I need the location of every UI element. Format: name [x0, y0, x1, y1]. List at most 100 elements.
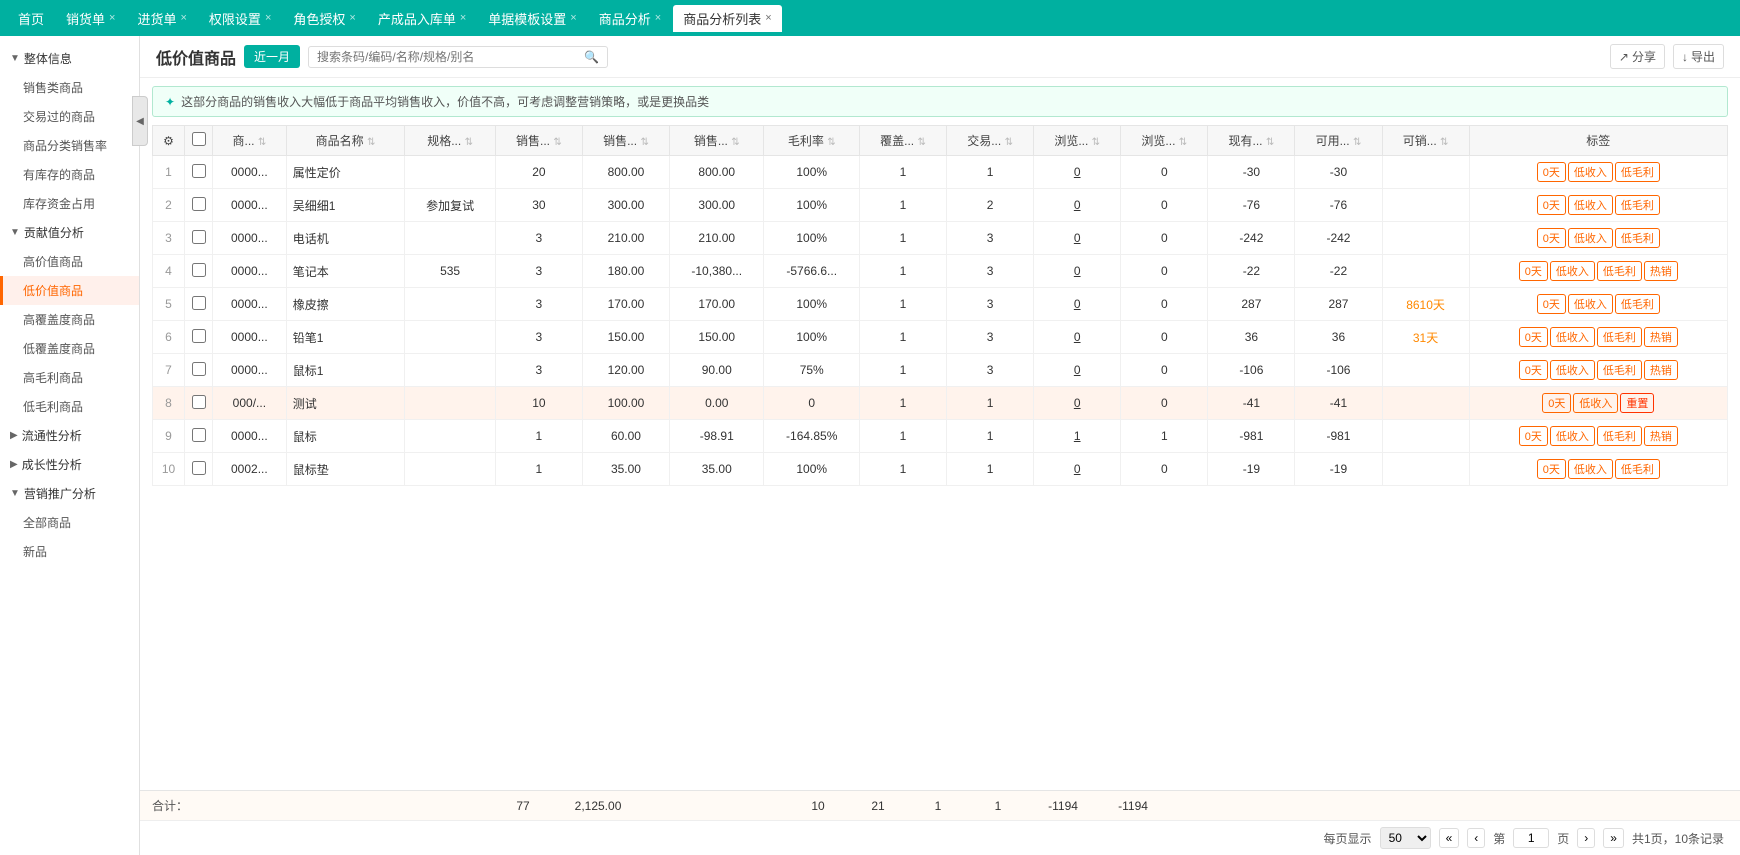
sort-icon[interactable]: ⇅	[827, 137, 835, 148]
td-current: -981	[1208, 420, 1295, 453]
row-checkbox[interactable]	[192, 428, 206, 442]
close-icon[interactable]: ×	[765, 12, 771, 24]
browse-link[interactable]: 0	[1074, 396, 1081, 410]
nav-product-analysis-list[interactable]: 商品分析列表 ×	[673, 5, 781, 32]
td-browse1: 0	[1034, 255, 1121, 288]
sort-icon[interactable]: ⇅	[258, 137, 266, 148]
search-input[interactable]	[317, 50, 580, 64]
sidebar-collapse-button[interactable]: ◀	[132, 96, 148, 146]
sort-icon[interactable]: ⇅	[1092, 137, 1100, 148]
sidebar-item-stock-goods[interactable]: 有库存的商品	[0, 160, 139, 189]
sidebar-item-low-value[interactable]: 低价值商品	[0, 276, 139, 305]
sort-icon[interactable]: ⇅	[917, 137, 925, 148]
row-checkbox[interactable]	[192, 395, 206, 409]
nav-home[interactable]: 首页	[8, 5, 54, 32]
nav-role-auth[interactable]: 角色授权 ×	[283, 5, 365, 32]
next-page-button[interactable]: ›	[1577, 828, 1595, 848]
prev-page-button[interactable]: ‹	[1467, 828, 1485, 848]
sort-icon[interactable]: ⇅	[1179, 137, 1187, 148]
sort-icon[interactable]: ⇅	[640, 137, 648, 148]
close-icon[interactable]: ×	[460, 12, 466, 24]
sort-icon[interactable]: ⇅	[553, 137, 561, 148]
td-cover: 1	[859, 354, 946, 387]
td-sales1: 3	[495, 255, 582, 288]
sort-icon[interactable]: ⇅	[1440, 137, 1448, 148]
sidebar-item-high-margin[interactable]: 高毛利商品	[0, 363, 139, 392]
browse-link[interactable]: 0	[1074, 297, 1081, 311]
sidebar-group-contribution[interactable]: ▼ 贡献值分析	[0, 218, 139, 247]
td-sales1: 20	[495, 156, 582, 189]
sort-icon[interactable]: ⇅	[1353, 137, 1361, 148]
browse-link[interactable]: 0	[1074, 462, 1081, 476]
sidebar-item-inventory-capital[interactable]: 库存资金占用	[0, 189, 139, 218]
filter-period-button[interactable]: 近一月	[244, 45, 300, 68]
close-icon[interactable]: ×	[349, 12, 355, 24]
td-margin: 100%	[764, 156, 859, 189]
search-icon[interactable]: 🔍	[584, 50, 599, 64]
export-button[interactable]: ↓ 导出	[1673, 44, 1724, 69]
close-icon[interactable]: ×	[265, 12, 271, 24]
sidebar-item-high-coverage[interactable]: 高覆盖度商品	[0, 305, 139, 334]
nav-permissions[interactable]: 权限设置 ×	[199, 5, 281, 32]
sidebar-item-new-goods[interactable]: 新品	[0, 537, 139, 566]
nav-product-entry[interactable]: 产成品入库单 ×	[368, 5, 476, 32]
product-tag: 低收入	[1573, 393, 1618, 413]
row-checkbox[interactable]	[192, 197, 206, 211]
row-checkbox[interactable]	[192, 230, 206, 244]
row-checkbox[interactable]	[192, 362, 206, 376]
browse-link[interactable]: 0	[1074, 264, 1081, 278]
sidebar-group-flow[interactable]: ▶ 流通性分析	[0, 421, 139, 450]
browse-link[interactable]: 1	[1074, 429, 1081, 443]
last-page-button[interactable]: »	[1603, 828, 1624, 848]
browse-link[interactable]: 0	[1074, 363, 1081, 377]
td-sales3: -98.91	[670, 420, 764, 453]
nav-template-settings[interactable]: 单据模板设置 ×	[478, 5, 586, 32]
browse-link[interactable]: 0	[1074, 231, 1081, 245]
sidebar-item-high-value[interactable]: 高价值商品	[0, 247, 139, 276]
total-spacer	[1238, 799, 1348, 813]
th-name: 商品名称 ⇅	[286, 126, 405, 156]
row-checkbox[interactable]	[192, 461, 206, 475]
sidebar-item-low-coverage[interactable]: 低覆盖度商品	[0, 334, 139, 363]
close-icon[interactable]: ×	[180, 12, 186, 24]
td-cover: 1	[859, 189, 946, 222]
row-checkbox[interactable]	[192, 263, 206, 277]
total-trade: 21	[848, 799, 908, 813]
th-settings[interactable]: ⚙	[153, 126, 185, 156]
sidebar-item-category-sales-rate[interactable]: 商品分类销售率	[0, 131, 139, 160]
nav-purchase[interactable]: 进货单 ×	[127, 5, 196, 32]
close-icon[interactable]: ×	[655, 12, 661, 24]
share-button[interactable]: ↗ 分享	[1610, 44, 1665, 69]
td-checkbox	[185, 156, 213, 189]
row-checkbox[interactable]	[192, 329, 206, 343]
sidebar-item-sales-goods[interactable]: 销售类商品	[0, 73, 139, 102]
sidebar-group-growth[interactable]: ▶ 成长性分析	[0, 450, 139, 479]
td-current: -242	[1208, 222, 1295, 255]
nav-sales-order[interactable]: 销货单 ×	[56, 5, 125, 32]
sidebar-item-all-goods[interactable]: 全部商品	[0, 508, 139, 537]
page-number-input[interactable]	[1513, 828, 1549, 848]
close-icon[interactable]: ×	[570, 12, 576, 24]
page-size-select[interactable]: 50 100 200	[1380, 827, 1431, 849]
browse-link[interactable]: 0	[1074, 165, 1081, 179]
first-page-button[interactable]: «	[1439, 828, 1460, 848]
select-all-checkbox[interactable]	[192, 132, 206, 146]
sort-icon[interactable]: ⇅	[367, 137, 375, 148]
browse-link[interactable]: 0	[1074, 198, 1081, 212]
sort-icon[interactable]: ⇅	[465, 137, 473, 148]
row-checkbox[interactable]	[192, 164, 206, 178]
sort-icon[interactable]: ⇅	[1266, 137, 1274, 148]
sidebar-group-marketing[interactable]: ▼ 营销推广分析	[0, 479, 139, 508]
row-checkbox[interactable]	[192, 296, 206, 310]
share-icon: ↗	[1619, 50, 1629, 64]
nav-product-analysis[interactable]: 商品分析 ×	[589, 5, 671, 32]
browse-link[interactable]: 0	[1074, 330, 1081, 344]
sidebar-item-low-margin[interactable]: 低毛利商品	[0, 392, 139, 421]
close-icon[interactable]: ×	[109, 12, 115, 24]
page-title: 低价值商品	[156, 45, 236, 69]
sidebar-item-traded-goods[interactable]: 交易过的商品	[0, 102, 139, 131]
sort-icon[interactable]: ⇅	[1005, 137, 1013, 148]
sidebar-group-overall[interactable]: ▼ 整体信息	[0, 44, 139, 73]
total-sales2: 2,125.00	[558, 799, 638, 813]
sort-icon[interactable]: ⇅	[731, 137, 739, 148]
